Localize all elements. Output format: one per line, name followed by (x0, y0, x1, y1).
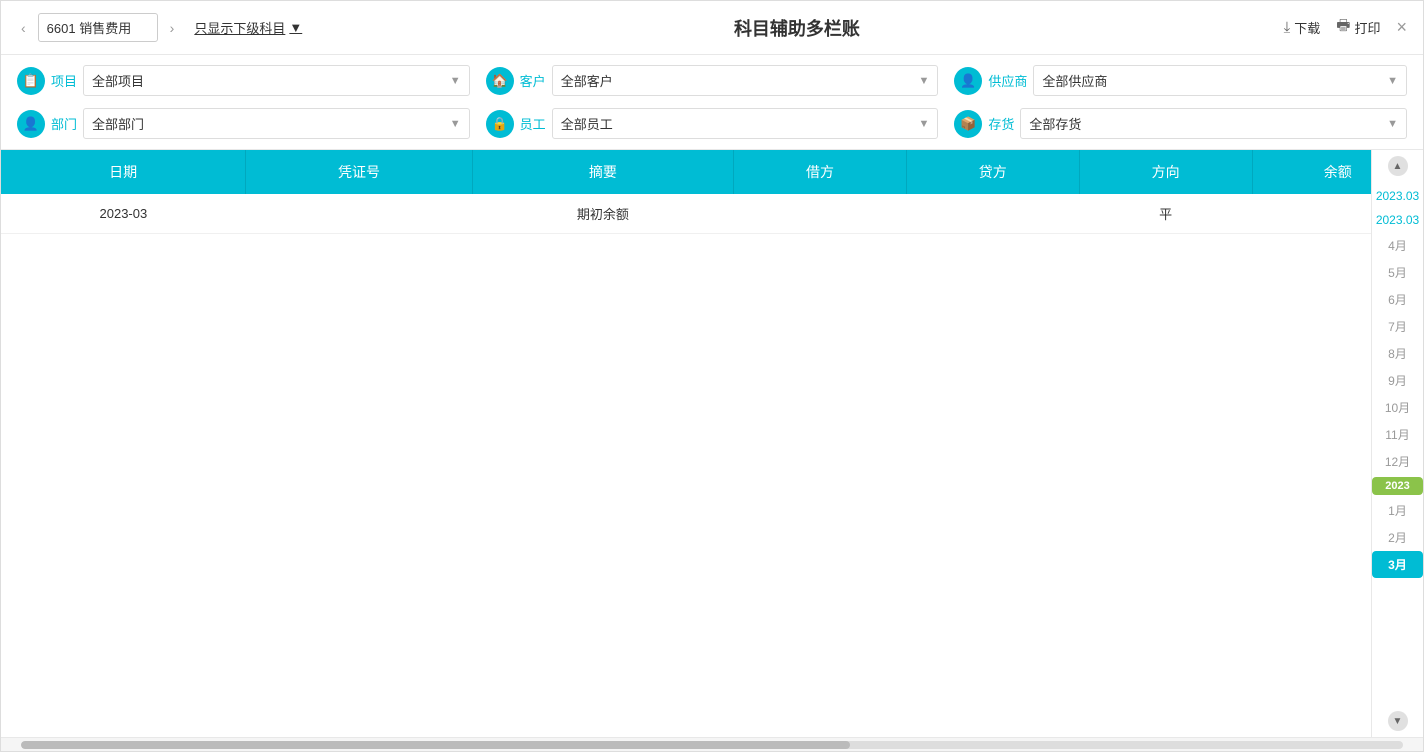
filter-supplier: 👤 供应商 全部供应商 ▼ (954, 65, 1407, 96)
filter-row-2: 👤 部门 全部部门 ▼ 🔒 员工 全部员工 ▼ 📦 存货 全部存货 (17, 108, 1407, 139)
supplier-label: 供应商 (988, 71, 1027, 90)
timeline-item-12[interactable]: 12月 (1372, 448, 1423, 475)
employee-value: 全部员工 (561, 114, 613, 133)
inventory-label: 存货 (988, 114, 1014, 133)
table-container: 日期 凭证号 摘要 借方 贷方 方向 余额 2023-03 期初余额 (1, 150, 1423, 737)
filter-inventory: 📦 存货 全部存货 ▼ (954, 108, 1407, 139)
next-account-btn[interactable]: › (166, 18, 179, 38)
filter-customer: 🏠 客户 全部客户 ▼ (486, 65, 939, 96)
cell-debit (734, 194, 907, 234)
prev-account-btn[interactable]: ‹ (17, 18, 30, 38)
inventory-chevron-icon: ▼ (1387, 118, 1398, 130)
col-direction: 方向 (1079, 150, 1252, 194)
timeline-down-icon: ▼ (1388, 711, 1408, 731)
col-debit: 借方 (734, 150, 907, 194)
filter-dept: 👤 部门 全部部门 ▼ (17, 108, 470, 139)
dept-value: 全部部门 (92, 114, 144, 133)
filter-employee: 🔒 员工 全部员工 ▼ (486, 108, 939, 139)
customer-value: 全部客户 (561, 71, 613, 90)
employee-chevron-icon: ▼ (918, 118, 929, 130)
timeline-item-1[interactable]: 1月 (1372, 497, 1423, 524)
timeline-item-10[interactable]: 10月 (1372, 394, 1423, 421)
cell-summary: 期初余额 (472, 194, 733, 234)
data-table: 日期 凭证号 摘要 借方 贷方 方向 余额 2023-03 期初余额 (1, 150, 1423, 234)
project-icon: 📋 (17, 67, 45, 95)
timeline-up-icon: ▲ (1388, 156, 1408, 176)
timeline-item-5[interactable]: 5月 (1372, 259, 1423, 286)
show-sub-dropdown[interactable]: 只显示下级科目 ▼ (186, 14, 310, 41)
customer-chevron-icon: ▼ (918, 75, 929, 87)
timeline-down-btn[interactable]: ▼ (1372, 705, 1423, 737)
download-icon: ⤓ (1284, 19, 1291, 36)
scrollbar-thumb (21, 741, 850, 749)
timeline-item-2[interactable]: 2月 (1372, 524, 1423, 551)
horizontal-scrollbar[interactable] (21, 741, 1403, 749)
cell-date: 2023-03 (1, 194, 246, 234)
timeline-item-period1[interactable]: 2023.03 (1372, 184, 1423, 208)
supplier-icon: 👤 (954, 67, 982, 95)
project-label: 项目 (51, 71, 77, 90)
download-label: 下载 (1294, 18, 1320, 37)
timeline-year-badge[interactable]: 2023 (1372, 477, 1423, 495)
inventory-value: 全部存货 (1029, 114, 1081, 133)
col-voucher: 凭证号 (246, 150, 473, 194)
timeline-item-11[interactable]: 11月 (1372, 421, 1423, 448)
timeline-item-9[interactable]: 9月 (1372, 367, 1423, 394)
supplier-value: 全部供应商 (1042, 71, 1107, 90)
top-bar: ‹ 6601 销售费用 › 只显示下级科目 ▼ 科目辅助多栏账 ⤓ 下载 🖶 打… (1, 1, 1423, 55)
timeline-item-4[interactable]: 4月 (1372, 232, 1423, 259)
chevron-down-icon: ▼ (289, 20, 302, 35)
supplier-chevron-icon: ▼ (1387, 75, 1398, 87)
cell-credit (906, 194, 1079, 234)
employee-select[interactable]: 全部员工 ▼ (552, 108, 939, 139)
col-credit: 贷方 (906, 150, 1079, 194)
table-row: 2023-03 期初余额 平 (1, 194, 1423, 234)
download-button[interactable]: ⤓ 下载 (1284, 18, 1321, 37)
timeline-sidebar: ▲ 2023.03 2023.03 4月 5月 6月 7月 8月 9月 10月 … (1371, 150, 1423, 737)
account-code: 6601 销售费用 (38, 13, 158, 42)
timeline-up-btn[interactable]: ▲ (1372, 150, 1423, 182)
timeline-item-8[interactable]: 8月 (1372, 340, 1423, 367)
timeline-item-period2[interactable]: 2023.03 (1372, 208, 1423, 232)
timeline-item-3-active[interactable]: 3月 (1372, 551, 1423, 578)
timeline-item-6[interactable]: 6月 (1372, 286, 1423, 313)
col-date: 日期 (1, 150, 246, 194)
page-title: 科目辅助多栏账 (318, 15, 1275, 41)
customer-select[interactable]: 全部客户 ▼ (552, 65, 939, 96)
filter-project: 📋 项目 全部项目 ▼ (17, 65, 470, 96)
employee-label: 员工 (520, 114, 546, 133)
project-chevron-icon: ▼ (450, 75, 461, 87)
cell-voucher (246, 194, 473, 234)
print-label: 打印 (1354, 18, 1380, 37)
col-summary: 摘要 (472, 150, 733, 194)
bottom-scrollbar-area (1, 737, 1423, 751)
dept-chevron-icon: ▼ (450, 118, 461, 130)
action-buttons: ⤓ 下载 🖶 打印 (1284, 15, 1381, 40)
print-icon: 🖶 (1336, 15, 1350, 40)
filter-area: 📋 项目 全部项目 ▼ 🏠 客户 全部客户 ▼ 👤 供应商 全部供应 (1, 55, 1423, 150)
timeline-items: 2023.03 2023.03 4月 5月 6月 7月 8月 9月 10月 11… (1372, 182, 1423, 705)
cell-direction: 平 (1079, 194, 1252, 234)
filter-row-1: 📋 项目 全部项目 ▼ 🏠 客户 全部客户 ▼ 👤 供应商 全部供应 (17, 65, 1407, 96)
inventory-select[interactable]: 全部存货 ▼ (1020, 108, 1407, 139)
customer-label: 客户 (520, 71, 546, 90)
close-button[interactable]: × (1396, 17, 1407, 38)
dept-icon: 👤 (17, 110, 45, 138)
employee-icon: 🔒 (486, 110, 514, 138)
project-select[interactable]: 全部项目 ▼ (83, 65, 470, 96)
dept-select[interactable]: 全部部门 ▼ (83, 108, 470, 139)
customer-icon: 🏠 (486, 67, 514, 95)
inventory-icon: 📦 (954, 110, 982, 138)
supplier-select[interactable]: 全部供应商 ▼ (1033, 65, 1407, 96)
show-sub-label: 只显示下级科目 (194, 18, 285, 37)
project-value: 全部项目 (92, 71, 144, 90)
timeline-item-7[interactable]: 7月 (1372, 313, 1423, 340)
dept-label: 部门 (51, 114, 77, 133)
print-button[interactable]: 🖶 打印 (1336, 15, 1380, 40)
